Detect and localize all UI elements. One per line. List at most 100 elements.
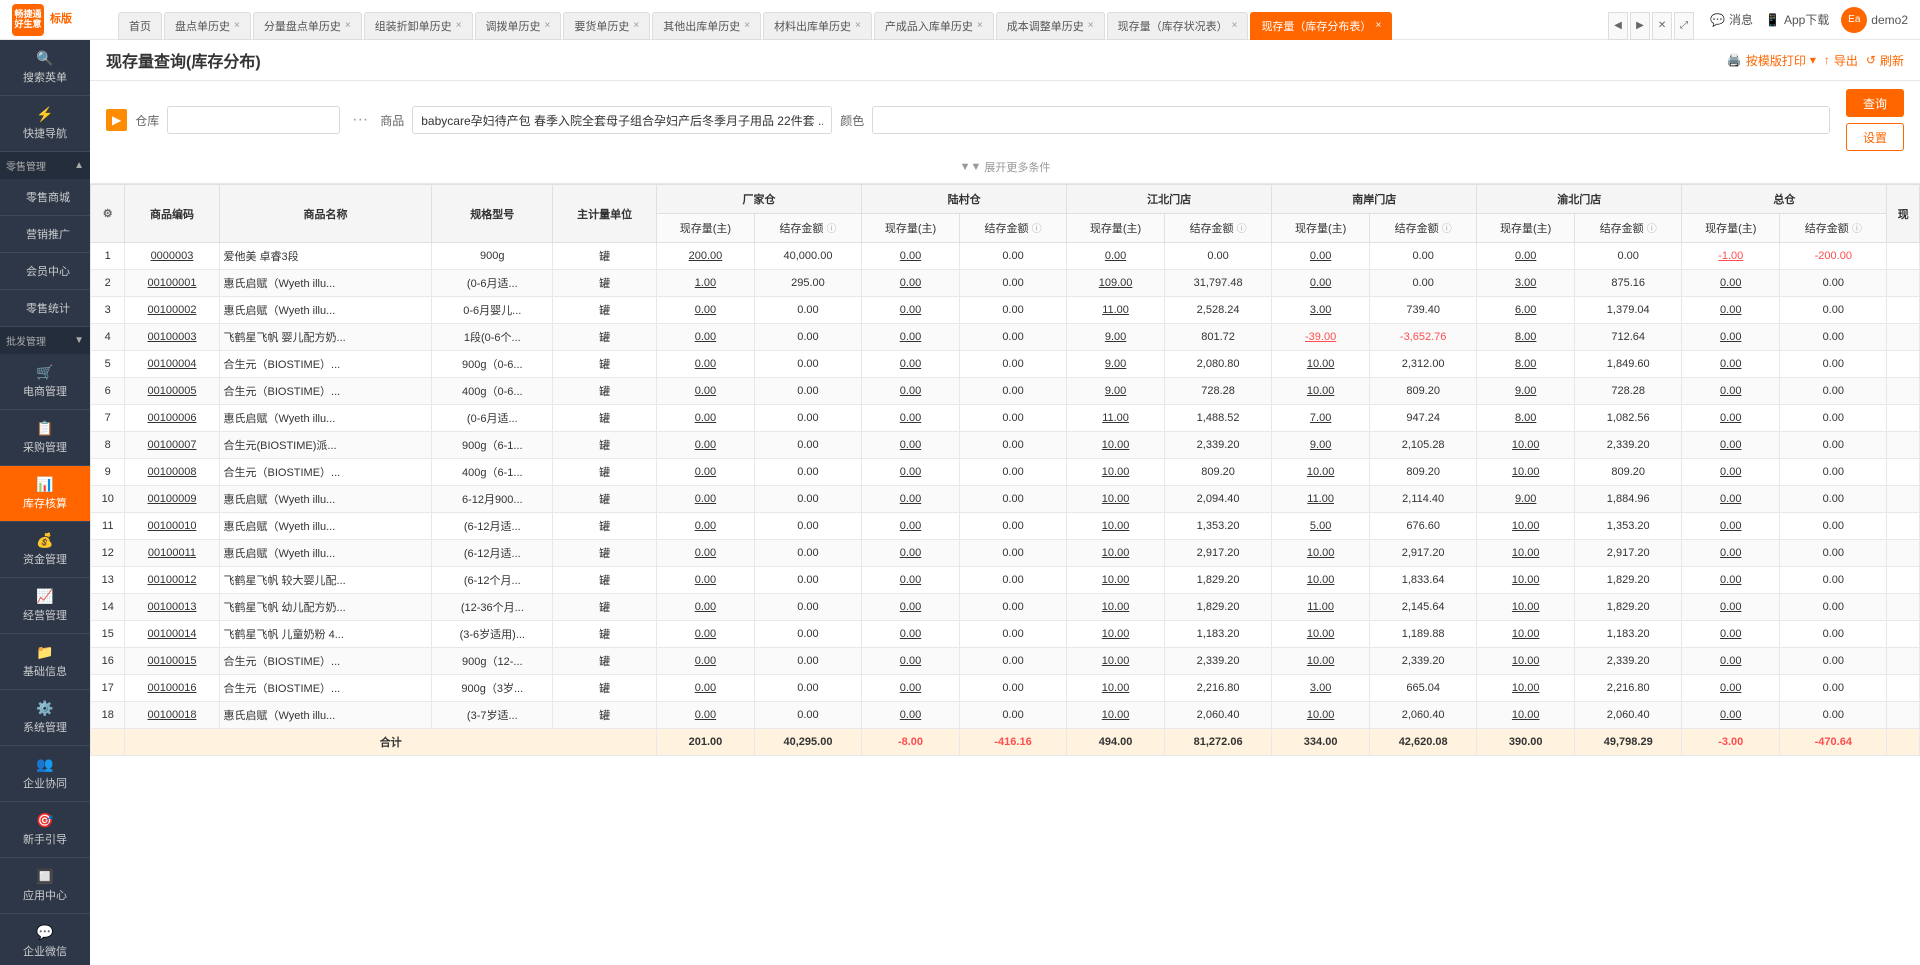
tab-close-4[interactable]: × [545, 20, 551, 31]
expand-conditions-btn[interactable]: ▼▼ 展开更多条件 [960, 159, 1051, 175]
nav-tab-6[interactable]: 其他出库单历史× [652, 12, 761, 40]
row-zc-qty: 0.00 [1682, 351, 1780, 378]
info-icon-1[interactable]: ⓘ [827, 224, 837, 235]
sidebar-label-member: 会员中心 [26, 266, 70, 278]
row-name: 惠氏启赋（Wyeth illu... [219, 486, 432, 513]
row-jb-qty: 10.00 [1067, 702, 1165, 729]
sidebar-item-finance[interactable]: 💰 资金管理 [0, 522, 90, 578]
sidebar-section-wholesale[interactable]: 批发管理 ▼ [0, 327, 90, 354]
row-spec: 900g（12-... [432, 648, 553, 675]
basic-icon: 📁 [6, 644, 84, 661]
color-input[interactable] [872, 106, 1830, 134]
row-yb-amt: 2,917.20 [1575, 540, 1682, 567]
table-row: 12 00100011 惠氏启赋（Wyeth illu... (6-12月适..… [91, 540, 1920, 567]
sidebar-item-system[interactable]: ⚙️ 系统管理 [0, 690, 90, 746]
sidebar-item-marketing[interactable]: 营销推广 [0, 216, 90, 253]
nav-tab-2[interactable]: 分量盘点单历史× [253, 12, 362, 40]
wholesale-arrow-icon: ▼ [74, 335, 84, 346]
nav-tab-4[interactable]: 调拨单历史× [475, 12, 562, 40]
warehouse-input[interactable] [167, 106, 340, 134]
export-btn[interactable]: ↑ 导出 [1824, 52, 1858, 69]
row-na-qty: 10.00 [1272, 351, 1370, 378]
row-zc-qty: 0.00 [1682, 270, 1780, 297]
info-icon-4[interactable]: ⓘ [1442, 224, 1452, 235]
message-btn[interactable]: 💬 消息 [1710, 11, 1753, 28]
product-input[interactable] [412, 106, 832, 134]
tab-close-3[interactable]: × [456, 20, 462, 31]
info-icon-5[interactable]: ⓘ [1647, 224, 1657, 235]
tab-close-11[interactable]: × [1375, 20, 1381, 31]
nav-tab-9[interactable]: 成本调整单历史× [996, 12, 1105, 40]
col-zc-qty: 现存量(主) [1682, 214, 1780, 243]
nav-tab-1[interactable]: 盘点单历史× [164, 12, 251, 40]
tab-close-6[interactable]: × [744, 20, 750, 31]
table-container: ⚙ 商品编码 商品名称 规格型号 主计量单位 厂家仓 陆村仓 江北门店 南岸门店… [90, 184, 1920, 965]
sidebar-item-basic[interactable]: 📁 基础信息 [0, 634, 90, 690]
sidebar-item-appcenter[interactable]: 🔲 应用中心 [0, 858, 90, 914]
sidebar: 🔍 搜索英单 ⚡ 快捷导航 零售管理 ▲ 零售商城 营销推广 会员中心 零售统计… [0, 40, 90, 965]
nav-tab-10[interactable]: 现存量（库存状况表）× [1107, 12, 1249, 40]
summary-gj-amt: 40,295.00 [754, 729, 861, 756]
sidebar-item-operations[interactable]: 📈 经营管理 [0, 578, 90, 634]
export-label: 导出 [1834, 52, 1858, 69]
user-avatar-area[interactable]: Ea demo2 [1841, 7, 1908, 33]
sidebar-section-retail[interactable]: 零售管理 ▲ [0, 152, 90, 179]
info-icon-3[interactable]: ⓘ [1237, 224, 1247, 235]
sidebar-item-wechat[interactable]: 💬 企业微信 [0, 914, 90, 965]
sidebar-item-retailstat[interactable]: 零售统计 [0, 290, 90, 327]
color-label: 颜色 [840, 112, 864, 129]
tab-prev-arrow[interactable]: ◀ [1608, 12, 1628, 40]
sidebar-item-collab[interactable]: 👥 企业协同 [0, 746, 90, 802]
tab-close-7[interactable]: × [855, 20, 861, 31]
info-icon-6[interactable]: ⓘ [1852, 224, 1862, 235]
sidebar-item-purchase[interactable]: 📋 采购管理 [0, 410, 90, 466]
tab-close-8[interactable]: × [977, 20, 983, 31]
tab-close-arrow[interactable]: ✕ [1652, 12, 1672, 40]
print-btn[interactable]: 🖨️ 按模版打印 ▾ [1727, 52, 1816, 69]
warehouse-dots[interactable]: ··· [348, 111, 372, 129]
row-gj-qty: 0.00 [657, 351, 755, 378]
nav-tab-0[interactable]: 首页 [118, 12, 162, 40]
tab-next-arrow[interactable]: ▶ [1630, 12, 1650, 40]
row-spec: (3-7岁适... [432, 702, 553, 729]
info-icon-2[interactable]: ⓘ [1032, 224, 1042, 235]
table-row: 16 00100015 合生元（BIOSTIME）... 900g（12-...… [91, 648, 1920, 675]
row-lc-amt: 0.00 [959, 702, 1066, 729]
tab-close-2[interactable]: × [345, 20, 351, 31]
sidebar-item-retailshop[interactable]: 零售商城 [0, 179, 90, 216]
sidebar-item-inventory[interactable]: 📊 库存核算 [0, 466, 90, 522]
sidebar-item-ecommerce[interactable]: 🛒 电商管理 [0, 354, 90, 410]
sidebar-item-member[interactable]: 会员中心 [0, 253, 90, 290]
refresh-btn[interactable]: ↺ 刷新 [1866, 52, 1904, 69]
row-no: 2 [91, 270, 125, 297]
row-x [1887, 378, 1920, 405]
query-button[interactable]: 查询 [1846, 89, 1904, 117]
settings-button[interactable]: 设置 [1846, 123, 1904, 151]
row-na-qty: 10.00 [1272, 540, 1370, 567]
sidebar-item-guide[interactable]: 🎯 新手引导 [0, 802, 90, 858]
row-code: 00100011 [125, 540, 219, 567]
row-lc-qty: 0.00 [862, 324, 960, 351]
nav-tab-8[interactable]: 产成品入库单历史× [874, 12, 994, 40]
col-lc-qty: 现存量(主) [862, 214, 960, 243]
table-row: 18 00100018 惠氏启赋（Wyeth illu... (3-7岁适...… [91, 702, 1920, 729]
app-download-btn[interactable]: 📱 App下载 [1765, 11, 1829, 28]
nav-tab-7[interactable]: 材料出库单历史× [763, 12, 872, 40]
row-jb-qty: 10.00 [1067, 486, 1165, 513]
sidebar-item-search[interactable]: 🔍 搜索英单 [0, 40, 90, 96]
settings-icon[interactable]: ⚙ [103, 208, 113, 220]
nav-tab-3[interactable]: 组装折卸单历史× [364, 12, 473, 40]
row-jb-amt: 1,829.20 [1165, 567, 1272, 594]
tab-close-10[interactable]: × [1232, 20, 1238, 31]
filter-collapse-btn[interactable]: ▶ [106, 109, 127, 131]
sidebar-item-quicknav[interactable]: ⚡ 快捷导航 [0, 96, 90, 152]
row-no: 6 [91, 378, 125, 405]
tab-close-9[interactable]: × [1088, 20, 1094, 31]
row-gj-amt: 40,000.00 [754, 243, 861, 270]
tab-expand-arrow[interactable]: ⤢ [1674, 12, 1694, 40]
tab-close-1[interactable]: × [234, 20, 240, 31]
tab-close-5[interactable]: × [633, 20, 639, 31]
nav-tab-5[interactable]: 要货单历史× [563, 12, 650, 40]
nav-tab-11[interactable]: 现存量（库存分布表）× [1250, 12, 1392, 40]
row-jb-qty: 10.00 [1067, 432, 1165, 459]
